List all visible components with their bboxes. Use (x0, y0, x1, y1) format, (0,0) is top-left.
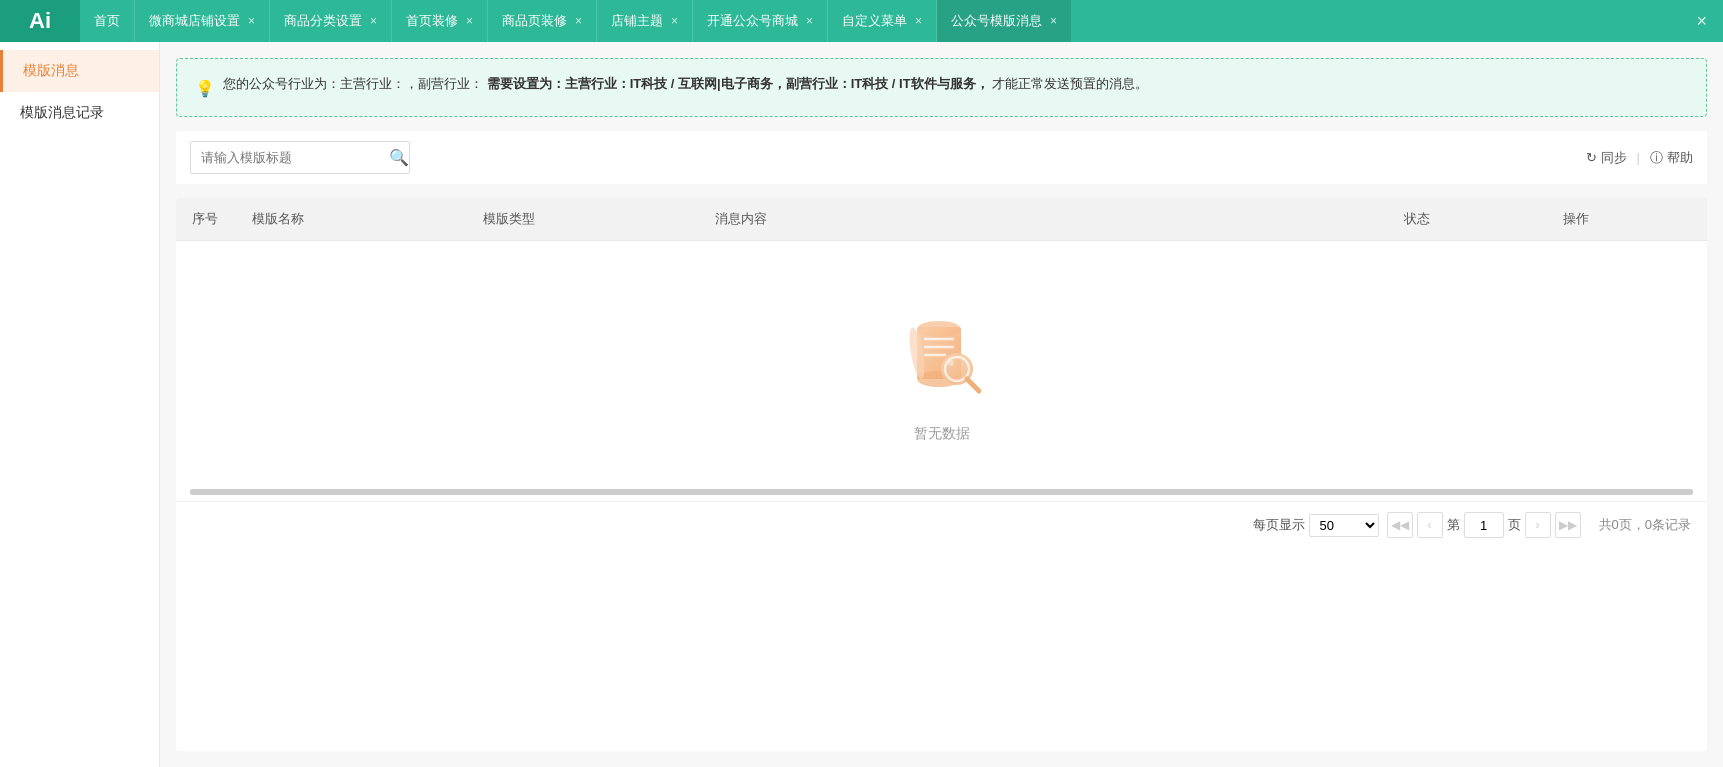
page-prefix: 第 (1447, 516, 1460, 534)
search-wrapper: 🔍 (190, 141, 410, 174)
col-status: 状态 (1388, 198, 1548, 241)
first-page-button[interactable]: ◀◀ (1387, 512, 1413, 538)
svg-point-10 (948, 360, 954, 366)
empty-state: 暂无数据 (176, 241, 1707, 483)
content-area: 💡 您的公众号行业为：主营行业：，副营行业： 需要设置为：主营行业：IT科技 /… (160, 42, 1723, 767)
last-page-button[interactable]: ▶▶ (1555, 512, 1581, 538)
total-info: 共0页，0条记录 (1599, 516, 1691, 534)
divider: | (1637, 150, 1640, 165)
page-nav: ◀◀ ‹ 第 页 › ▶▶ (1387, 512, 1581, 538)
close-tab-custommenu-button[interactable]: × (915, 14, 922, 28)
sidebar-item-template-records[interactable]: 模版消息记录 (0, 92, 159, 134)
col-name: 模版名称 (236, 198, 467, 241)
col-type: 模版类型 (467, 198, 698, 241)
notice-text: 您的公众号行业为：主营行业：，副营行业： 需要设置为：主营行业：IT科技 / 互… (223, 73, 1148, 95)
tab-product[interactable]: 商品页装修× (488, 0, 597, 42)
search-button[interactable]: 🔍 (379, 142, 410, 173)
col-index: 序号 (176, 198, 236, 241)
svg-line-9 (967, 379, 979, 391)
tab-homepage[interactable]: 首页装修× (392, 0, 488, 42)
sync-button[interactable]: ↻ 同步 (1586, 149, 1627, 167)
tab-home[interactable]: 首页 (80, 0, 135, 42)
top-nav: Ai 首页微商城店铺设置×商品分类设置×首页装修×商品页装修×店铺主题×开通公众… (0, 0, 1723, 42)
table-container: 序号模版名称模版类型消息内容状态操作 (176, 198, 1707, 751)
scroll-track[interactable] (190, 489, 1693, 495)
tab-theme[interactable]: 店铺主题× (597, 0, 693, 42)
header-row: 序号模版名称模版类型消息内容状态操作 (176, 198, 1707, 241)
notice-suffix: 才能正常发送预置的消息。 (992, 76, 1148, 91)
prev-page-button[interactable]: ‹ (1417, 512, 1443, 538)
toolbar-row: 🔍 ↻ 同步 | ⓘ 帮助 (176, 131, 1707, 184)
pagination-row: 每页显示 50 10 20 100 ◀◀ ‹ 第 页 › ▶▶ (176, 501, 1707, 548)
main-layout: 模版消息模版消息记录 💡 您的公众号行业为：主营行业：，副营行业： 需要设置为：… (0, 42, 1723, 767)
page-suffix: 页 (1508, 516, 1521, 534)
empty-icon (887, 301, 997, 411)
help-circle-icon: ⓘ (1650, 149, 1663, 167)
tab-weishop[interactable]: 微商城店铺设置× (135, 0, 270, 42)
per-page-select[interactable]: 50 10 20 100 (1309, 514, 1379, 537)
close-tab-openstore-button[interactable]: × (806, 14, 813, 28)
close-tab-homepage-button[interactable]: × (466, 14, 473, 28)
close-tab-product-button[interactable]: × (575, 14, 582, 28)
table-body: 暂无数据 (176, 241, 1707, 484)
tab-template[interactable]: 公众号模版消息× (937, 0, 1072, 42)
close-tab-weishop-button[interactable]: × (248, 14, 255, 28)
col-action: 操作 (1547, 198, 1707, 241)
industry-notice: 💡 您的公众号行业为：主营行业：，副营行业： 需要设置为：主营行业：IT科技 /… (176, 58, 1707, 117)
close-tab-theme-button[interactable]: × (671, 14, 678, 28)
brand-logo: Ai (0, 0, 80, 42)
search-input[interactable] (191, 144, 379, 171)
page-number-input[interactable] (1464, 512, 1504, 538)
close-tab-template-button[interactable]: × (1050, 14, 1057, 28)
per-page-label: 每页显示 (1253, 516, 1305, 534)
col-content: 消息内容 (699, 198, 1388, 241)
empty-text: 暂无数据 (914, 425, 970, 443)
nav-tabs: 首页微商城店铺设置×商品分类设置×首页装修×商品页装修×店铺主题×开通公众号商城… (80, 0, 1680, 42)
sidebar: 模版消息模版消息记录 (0, 42, 160, 767)
help-button[interactable]: ⓘ 帮助 (1650, 149, 1693, 167)
toolbar-actions: ↻ 同步 | ⓘ 帮助 (1586, 149, 1693, 167)
empty-row: 暂无数据 (176, 241, 1707, 484)
notice-prefix: 您的公众号行业为：主营行业：，副营行业： (223, 76, 483, 91)
notice-highlight: 需要设置为：主营行业：IT科技 / 互联网|电子商务，副营行业：IT科技 / I… (487, 76, 989, 91)
bulb-icon: 💡 (195, 75, 215, 102)
page-size-selector: 每页显示 50 10 20 100 (1253, 514, 1379, 537)
sidebar-item-template-msg[interactable]: 模版消息 (0, 50, 159, 92)
global-close-button[interactable]: × (1680, 11, 1723, 32)
data-table: 序号模版名称模版类型消息内容状态操作 (176, 198, 1707, 483)
close-tab-category-button[interactable]: × (370, 14, 377, 28)
table-header: 序号模版名称模版类型消息内容状态操作 (176, 198, 1707, 241)
tab-category[interactable]: 商品分类设置× (270, 0, 392, 42)
scroll-thumb (190, 489, 1693, 495)
sync-icon: ↻ (1586, 150, 1597, 165)
sync-label: 同步 (1601, 149, 1627, 167)
tab-openstore[interactable]: 开通公众号商城× (693, 0, 828, 42)
next-page-button[interactable]: › (1525, 512, 1551, 538)
tab-custommenu[interactable]: 自定义菜单× (828, 0, 937, 42)
help-label: 帮助 (1667, 149, 1693, 167)
scroll-bar-row (176, 483, 1707, 501)
